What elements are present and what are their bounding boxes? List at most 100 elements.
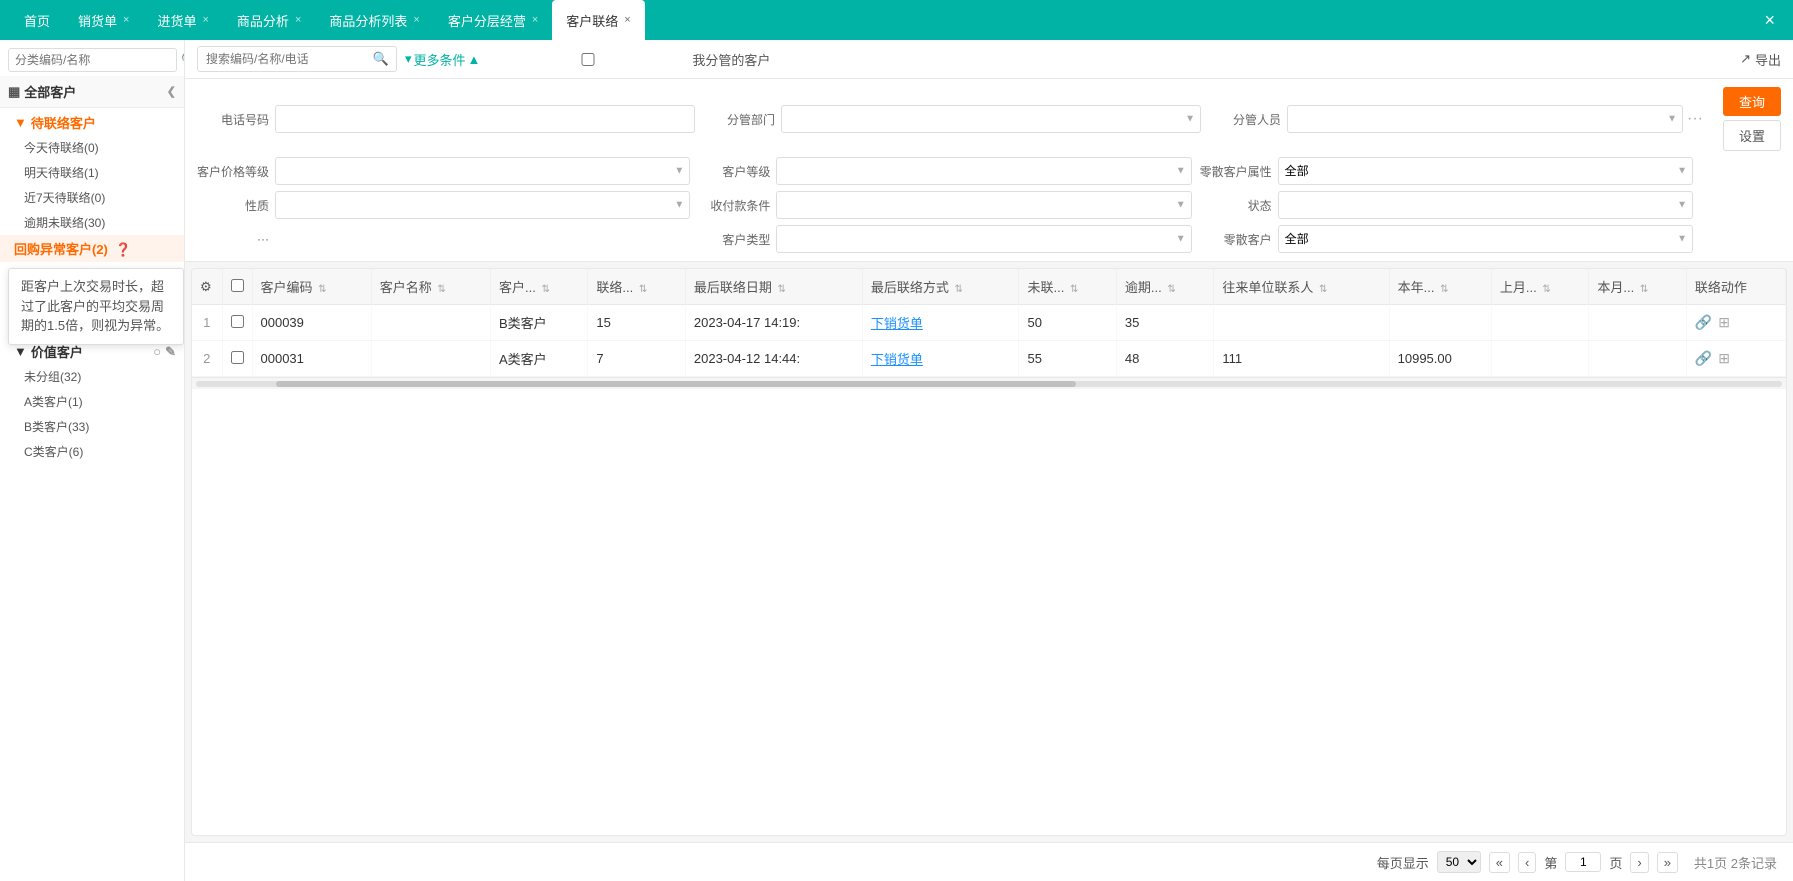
export-button[interactable]: ↗ 导出 xyxy=(1740,50,1781,69)
nav-sales[interactable]: 销货单 × xyxy=(64,0,143,40)
row-actions: 🔗 ⊞ xyxy=(1686,341,1785,377)
select-all-checkbox[interactable] xyxy=(231,279,244,292)
edit-icon[interactable]: ✎ xyxy=(165,344,176,360)
row-contact: 15 xyxy=(588,305,685,341)
retail-attr-select[interactable]: 全部 xyxy=(1278,157,1693,185)
close-analysis-icon[interactable]: × xyxy=(295,14,301,26)
prev-page-button[interactable]: ‹ xyxy=(1518,852,1536,873)
action-link-icon[interactable]: 🔗 xyxy=(1695,314,1712,331)
col-settings[interactable]: ⚙ xyxy=(192,269,222,305)
b-class-item[interactable]: B类客户(33) xyxy=(0,414,184,439)
payment-label: 收付款条件 xyxy=(698,197,770,214)
per-page-select[interactable]: 50 xyxy=(1437,851,1481,873)
last-page-button[interactable]: » xyxy=(1657,852,1678,873)
close-customer-contact-icon[interactable]: × xyxy=(624,14,630,26)
close-analysis-list-icon[interactable]: × xyxy=(413,14,419,26)
window-close-button[interactable]: × xyxy=(1756,10,1783,31)
c-class-item[interactable]: C类客户(6) xyxy=(0,439,184,464)
more-conditions-button[interactable]: ▾ 更多条件 ▲ xyxy=(405,50,480,69)
col-last-month[interactable]: 上月... ⇅ xyxy=(1491,269,1588,305)
sort-partner-icon: ⇅ xyxy=(1319,284,1327,295)
retail-select[interactable]: 全部 xyxy=(1278,225,1693,253)
scroll-thumb[interactable] xyxy=(276,381,1076,387)
col-this-month[interactable]: 本月... ⇅ xyxy=(1589,269,1686,305)
sidebar-collapse-icon[interactable]: ❮ xyxy=(167,85,176,98)
row-checkbox[interactable] xyxy=(231,351,244,364)
status-select[interactable] xyxy=(1278,191,1693,219)
overdue-contact-item[interactable]: 逾期未联络(30) xyxy=(0,210,184,235)
close-sales-icon[interactable]: × xyxy=(123,14,129,26)
row-contact: 7 xyxy=(588,341,685,377)
cust-type-select[interactable] xyxy=(776,225,1191,253)
manager-select[interactable] xyxy=(1287,105,1683,133)
ungroup-item[interactable]: 未分组(32) xyxy=(0,364,184,389)
table-row: 1 000039 B类客户 15 2023-04-17 14:19: 下销货单 … xyxy=(192,305,1786,341)
dept-select[interactable] xyxy=(781,105,1201,133)
sidebar-search-input[interactable] xyxy=(8,48,177,72)
sort-thismonth-icon: ⇅ xyxy=(1640,284,1648,295)
a-class-item[interactable]: A类客户(1) xyxy=(0,389,184,414)
all-customers-header[interactable]: ▦ 全部客户 ❮ xyxy=(0,76,184,108)
my-customers-checkbox-area[interactable]: 我分管的客户 xyxy=(488,50,770,69)
circle-icon[interactable]: ○ xyxy=(153,344,161,360)
action-link-icon[interactable]: 🔗 xyxy=(1695,350,1712,367)
week-contact-item[interactable]: 近7天待联络(0) xyxy=(0,185,184,210)
payment-select[interactable] xyxy=(776,191,1191,219)
manager-dots[interactable]: ··· xyxy=(1683,110,1707,128)
next-page-button[interactable]: › xyxy=(1630,852,1648,873)
col-checkbox[interactable] xyxy=(222,269,252,305)
row-checkbox-cell[interactable] xyxy=(222,341,252,377)
sidebar-content: ▦ 全部客户 ❮ ▼ 待联络客户 今天待联络(0) 明天待联络(1) 近7天待联… xyxy=(0,76,184,881)
sort-uncontact-icon: ⇅ xyxy=(1070,284,1078,295)
col-code[interactable]: 客户编码 ⇅ xyxy=(252,269,371,305)
sort-overdue-icon: ⇅ xyxy=(1167,284,1175,295)
first-page-button[interactable]: « xyxy=(1489,852,1510,873)
sidebar: 🔍 ▦ 全部客户 ❮ ▼ 待联络客户 今天待联络(0) 明天待联络(1) 近7天… xyxy=(0,40,185,881)
row-checkbox[interactable] xyxy=(231,315,244,328)
today-contact-item[interactable]: 今天待联络(0) xyxy=(0,135,184,160)
filter-nature-cell: 性质 ▼ xyxy=(197,191,690,219)
nav-analysis[interactable]: 商品分析 × xyxy=(223,0,315,40)
nature-select[interactable] xyxy=(275,191,690,219)
settings-button[interactable]: 设置 xyxy=(1723,120,1781,151)
nav-customer-tier[interactable]: 客户分层经营 × xyxy=(434,0,552,40)
close-purchase-icon[interactable]: × xyxy=(202,14,208,26)
close-customer-tier-icon[interactable]: × xyxy=(532,14,538,26)
query-button[interactable]: 查询 xyxy=(1723,87,1781,116)
col-action: 联络动作 xyxy=(1686,269,1785,305)
filter-dept-cell: 分管部门 ▼ xyxy=(703,105,1201,133)
cust-grade-select[interactable] xyxy=(776,157,1191,185)
filter-row-1: 电话号码 分管部门 ▼ 分管人员 ▼ ··· xyxy=(197,87,1781,151)
price-grade-label: 客户价格等级 xyxy=(197,163,269,180)
sidebar-search-icon[interactable]: 🔍 xyxy=(181,52,185,68)
col-uncontact[interactable]: 未联... ⇅ xyxy=(1019,269,1116,305)
row-checkbox-cell[interactable] xyxy=(222,305,252,341)
search-input[interactable] xyxy=(197,46,397,72)
nav-purchase[interactable]: 进货单 × xyxy=(143,0,222,40)
col-partner[interactable]: 往来单位联系人 ⇅ xyxy=(1214,269,1389,305)
nav-customer-contact[interactable]: 客户联络 × xyxy=(552,0,644,40)
col-overdue[interactable]: 逾期... ⇅ xyxy=(1116,269,1213,305)
nav-home[interactable]: 首页 xyxy=(10,0,64,40)
row-last-method[interactable]: 下销货单 xyxy=(862,341,1019,377)
tomorrow-contact-item[interactable]: 明天待联络(1) xyxy=(0,160,184,185)
phone-input[interactable] xyxy=(275,105,695,133)
col-last-date[interactable]: 最后联络日期 ⇅ xyxy=(685,269,862,305)
repurchase-abnormal-item[interactable]: 回购异常客户(2) ❓ xyxy=(0,235,184,262)
row-last-method[interactable]: 下销货单 xyxy=(862,305,1019,341)
nav-analysis-list[interactable]: 商品分析列表 × xyxy=(315,0,433,40)
action-grid-icon[interactable]: ⊞ xyxy=(1718,350,1730,367)
action-grid-icon[interactable]: ⊞ xyxy=(1718,314,1730,331)
col-this-year[interactable]: 本年... ⇅ xyxy=(1389,269,1491,305)
col-contact-num[interactable]: 联络... ⇅ xyxy=(588,269,685,305)
col-type[interactable]: 客户... ⇅ xyxy=(490,269,587,305)
row-num: 2 xyxy=(192,341,222,377)
horizontal-scrollbar[interactable] xyxy=(192,377,1786,389)
price-grade-select[interactable] xyxy=(275,157,690,185)
col-name[interactable]: 客户名称 ⇅ xyxy=(371,269,490,305)
content-area: 🔍 ▾ 更多条件 ▲ 我分管的客户 ↗ 导出 电话号码 xyxy=(185,40,1793,881)
my-customers-checkbox[interactable] xyxy=(488,53,688,66)
col-last-method[interactable]: 最后联络方式 ⇅ xyxy=(862,269,1019,305)
row-type: B类客户 xyxy=(490,305,587,341)
page-input[interactable] xyxy=(1565,852,1601,872)
